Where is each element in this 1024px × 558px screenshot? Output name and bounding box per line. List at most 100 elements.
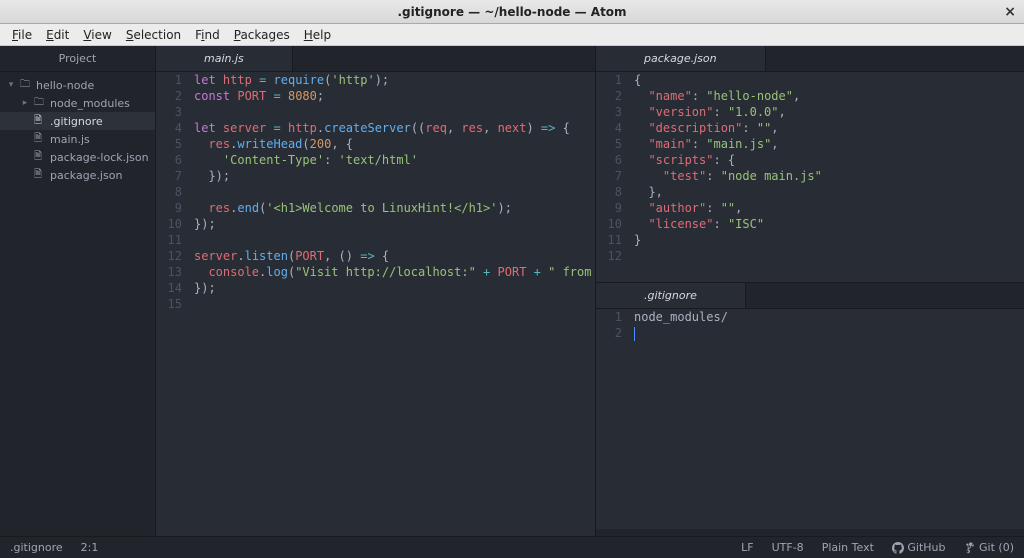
code-line[interactable]: let http = require('http'); xyxy=(194,72,595,88)
line-number: 12 xyxy=(156,248,182,264)
code-line[interactable]: "author": "", xyxy=(634,200,1024,216)
pane-right: package.json 123456789101112{ "name": "h… xyxy=(596,46,1024,536)
github-icon xyxy=(892,541,904,554)
code-line[interactable]: }); xyxy=(194,216,595,232)
text-cursor xyxy=(634,327,635,341)
line-number: 10 xyxy=(596,216,622,232)
code-line[interactable]: "test": "node main.js" xyxy=(634,168,1024,184)
code-line[interactable]: let server = http.createServer((req, res… xyxy=(194,120,595,136)
code-line[interactable]: { xyxy=(634,72,1024,88)
tab-label: .gitignore xyxy=(644,289,697,302)
line-number: 7 xyxy=(156,168,182,184)
line-number: 6 xyxy=(156,152,182,168)
menu-file[interactable]: File xyxy=(6,26,38,44)
chevron-right-icon: ▸ xyxy=(20,98,30,108)
code-line[interactable] xyxy=(194,184,595,200)
line-number: 8 xyxy=(596,184,622,200)
editor-main-js[interactable]: 123456789101112131415let http = require(… xyxy=(156,72,595,536)
tab-gitignore[interactable]: .gitignore xyxy=(596,283,746,308)
tabbar-left: main.js xyxy=(156,46,595,72)
code-line[interactable]: }, xyxy=(634,184,1024,200)
code-line[interactable] xyxy=(194,296,595,312)
file-icon: 🗎 xyxy=(34,167,46,184)
code-line[interactable]: "main": "main.js", xyxy=(634,136,1024,152)
code-line[interactable] xyxy=(634,248,1024,264)
line-number: 12 xyxy=(596,248,622,264)
tree-item-package-json[interactable]: 🗎 package.json xyxy=(0,166,155,184)
line-number: 1 xyxy=(596,72,622,88)
tab-main-js[interactable]: main.js xyxy=(156,46,293,71)
tree-item-label: .gitignore xyxy=(50,115,103,128)
tree-root[interactable]: ▾ 🗀 hello-node xyxy=(0,76,155,94)
code-line[interactable] xyxy=(194,232,595,248)
window-titlebar: .gitignore — ~/hello-node — Atom × xyxy=(0,0,1024,24)
code-line[interactable] xyxy=(194,104,595,120)
tree-item-label: node_modules xyxy=(50,97,130,110)
line-number: 8 xyxy=(156,184,182,200)
file-icon: 🗎 xyxy=(34,131,46,148)
line-number: 1 xyxy=(156,72,182,88)
status-line-ending[interactable]: LF xyxy=(741,541,753,554)
line-number: 4 xyxy=(156,120,182,136)
tree-item-gitignore[interactable]: 🗎 .gitignore xyxy=(0,112,155,130)
tree-item-main-js[interactable]: 🗎 main.js xyxy=(0,130,155,148)
menu-find[interactable]: Find xyxy=(189,26,226,44)
code-line[interactable]: res.writeHead(200, { xyxy=(194,136,595,152)
git-branch-icon xyxy=(964,541,976,554)
line-number: 9 xyxy=(596,200,622,216)
menu-view[interactable]: View xyxy=(77,26,117,44)
status-grammar[interactable]: Plain Text xyxy=(822,541,874,554)
line-number: 5 xyxy=(596,136,622,152)
tab-package-json[interactable]: package.json xyxy=(596,46,766,71)
line-number: 3 xyxy=(596,104,622,120)
code-line[interactable]: 'Content-Type': 'text/html' xyxy=(194,152,595,168)
code-line[interactable] xyxy=(634,325,1024,341)
code-line[interactable]: "scripts": { xyxy=(634,152,1024,168)
tree-item-package-lock[interactable]: 🗎 package-lock.json xyxy=(0,148,155,166)
code-line[interactable]: "license": "ISC" xyxy=(634,216,1024,232)
line-number: 4 xyxy=(596,120,622,136)
file-icon: 🗎 xyxy=(34,113,46,130)
line-number: 9 xyxy=(156,200,182,216)
line-number: 10 xyxy=(156,216,182,232)
status-github[interactable]: GitHub xyxy=(892,541,946,554)
code-line[interactable]: "version": "1.0.0", xyxy=(634,104,1024,120)
code-line[interactable]: node_modules/ xyxy=(634,309,1024,325)
tabbar-right-bottom: .gitignore xyxy=(596,283,1024,309)
code-line[interactable]: }); xyxy=(194,280,595,296)
editor-panes: main.js 123456789101112131415let http = … xyxy=(156,46,1024,536)
menu-help[interactable]: Help xyxy=(298,26,337,44)
code-line[interactable]: "description": "", xyxy=(634,120,1024,136)
tree-item-label: package.json xyxy=(50,169,122,182)
status-encoding[interactable]: UTF-8 xyxy=(772,541,804,554)
tab-label: package.json xyxy=(644,52,717,65)
code-line[interactable]: res.end('<h1>Welcome to LinuxHint!</h1>'… xyxy=(194,200,595,216)
tree-item-node-modules[interactable]: ▸ 🗀 node_modules xyxy=(0,94,155,112)
code-line[interactable]: } xyxy=(634,232,1024,248)
menu-packages[interactable]: Packages xyxy=(228,26,296,44)
line-number: 7 xyxy=(596,168,622,184)
editor-package-json[interactable]: 123456789101112{ "name": "hello-node", "… xyxy=(596,72,1024,282)
menu-edit[interactable]: Edit xyxy=(40,26,75,44)
statusbar: .gitignore 2:1 LF UTF-8 Plain Text GitHu… xyxy=(0,536,1024,558)
code-line[interactable]: server.listen(PORT, () => { xyxy=(194,248,595,264)
status-file[interactable]: .gitignore xyxy=(10,541,63,554)
line-number: 13 xyxy=(156,264,182,280)
tab-label: main.js xyxy=(204,52,244,65)
editor-gitignore[interactable]: 12 node_modules/ xyxy=(596,309,1024,529)
line-number: 2 xyxy=(596,325,622,341)
code-line[interactable]: }); xyxy=(194,168,595,184)
line-number: 15 xyxy=(156,296,182,312)
code-line[interactable]: "name": "hello-node", xyxy=(634,88,1024,104)
line-number: 1 xyxy=(596,309,622,325)
line-number: 5 xyxy=(156,136,182,152)
code-line[interactable]: const PORT = 8080; xyxy=(194,88,595,104)
line-number: 11 xyxy=(596,232,622,248)
file-icon: 🗎 xyxy=(34,149,46,166)
status-cursor-pos[interactable]: 2:1 xyxy=(81,541,99,554)
close-icon[interactable]: × xyxy=(1004,4,1016,20)
status-git[interactable]: Git (0) xyxy=(964,541,1014,554)
menubar: File Edit View Selection Find Packages H… xyxy=(0,24,1024,46)
menu-selection[interactable]: Selection xyxy=(120,26,187,44)
code-line[interactable]: console.log("Visit http://localhost:" + … xyxy=(194,264,595,280)
